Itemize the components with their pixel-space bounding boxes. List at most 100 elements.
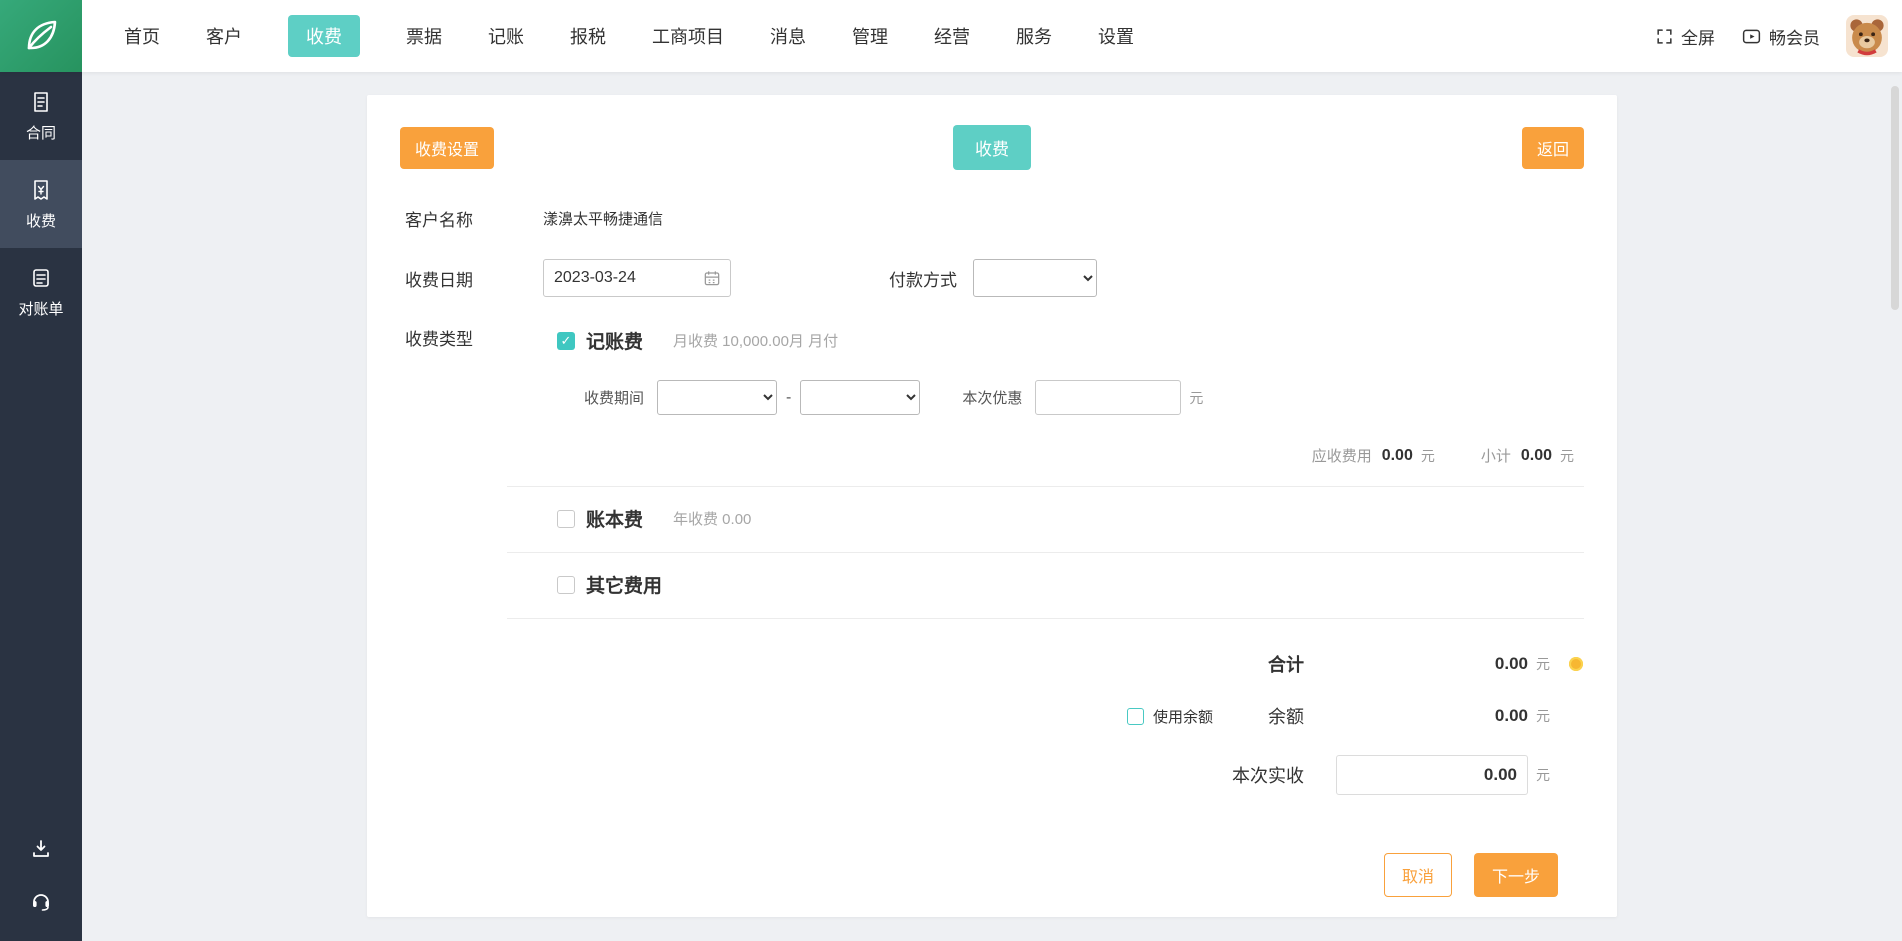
card-toolbar: 收费设置 收费 返回 [400,125,1584,170]
ledger-fee-name: 账本费 [586,510,644,531]
form-actions: 取消 下一步 [543,853,1584,897]
member-button[interactable]: 畅会员 [1741,24,1820,49]
app-logo[interactable] [0,0,82,72]
contract-icon [34,91,48,112]
use-balance-label[interactable]: 使用余额 [1153,706,1213,727]
nav-item-settings[interactable]: 设置 [1098,23,1134,49]
receipt-icon [34,179,48,200]
charge-period-label: 收费期间 [584,390,645,407]
nav-item-charges[interactable]: 收费 [288,15,360,57]
sidebar-item-contract[interactable]: 合同 [0,72,82,160]
receivable-value: 0.00 [1381,446,1413,464]
bookkeeping-fee-checkbox[interactable]: ✓ [557,331,575,350]
member-label: 畅会员 [1769,28,1820,48]
charge-form-card: 收费设置 收费 返回 客户名称 漾濞太平畅捷通信 收费日期 2023-03-24… [367,95,1617,917]
app-root: 首页 客户 收费 票据 记账 报税 工商项目 消息 管理 经营 服务 设置 全屏 [0,0,1902,941]
date-row: 收费日期 付款方式 [400,259,1584,297]
sidebar-item-label: 合同 [25,124,56,142]
charge-type-row: 收费类型 ✓ 记账费 月收费 10,000.00月 月付 收费期间 - 本次优惠… [400,325,1584,897]
nav-item-messages[interactable]: 消息 [770,23,806,49]
avatar-image [1850,19,1884,56]
actual-input-wrap [1336,755,1528,795]
next-button[interactable]: 下一步 [1473,853,1558,897]
main-nav: 首页 客户 收费 票据 记账 报税 工商项目 消息 管理 经营 服务 设置 [124,15,1134,57]
charge-type-label: 收费类型 [405,330,473,349]
back-button[interactable]: 返回 [1521,126,1584,169]
headset-icon [33,894,49,911]
period-end-select[interactable] [800,380,921,415]
use-balance-checkbox[interactable] [1126,707,1144,725]
nav-item-services[interactable]: 服务 [1016,23,1052,49]
avatar[interactable] [1846,15,1888,57]
subtotal-unit: 元 [1560,447,1574,464]
nav-item-operations[interactable]: 经营 [934,23,970,49]
sidebar-item-label: 对账单 [18,300,64,318]
balance-label: 余额 [1268,707,1304,727]
navbar-tools: 全屏 畅会员 [1655,15,1888,57]
left-sidebar: 合同 收费 对账单 [0,72,82,941]
balance-unit: 元 [1536,708,1550,724]
discount-label: 本次优惠 [962,390,1023,407]
discount-unit: 元 [1189,389,1204,406]
receivable-unit: 元 [1420,447,1435,464]
scrollbar-thumb[interactable] [1891,86,1899,310]
statement-icon [33,268,49,287]
receivable-label: 应收费用 [1311,448,1372,465]
period-start-select[interactable] [657,380,778,415]
subtotal-value: 0.00 [1520,446,1552,464]
divider [507,552,1584,553]
other-fee-checkbox[interactable] [557,575,575,594]
discount-input[interactable] [1035,380,1182,415]
divider [507,618,1584,619]
actual-row: 本次实收 元 [543,755,1584,795]
calendar-icon[interactable] [702,268,722,288]
nav-item-home[interactable]: 首页 [124,23,160,49]
other-fee-name: 其它费用 [586,576,663,597]
charge-type-section: ✓ 记账费 月收费 10,000.00月 月付 收费期间 - 本次优惠 元 应收… [507,325,1584,897]
sidebar-item-statement[interactable]: 对账单 [0,248,82,336]
download-button[interactable] [0,823,82,875]
nav-item-invoices[interactable]: 票据 [406,23,442,49]
hint-icon[interactable] [1569,657,1583,671]
bookkeeping-fee-desc: 月收费 10,000.00月 月付 [673,333,839,350]
bookkeeping-fee-row: ✓ 记账费 月收费 10,000.00月 月付 [543,327,1584,354]
sidebar-item-charge[interactable]: 收费 [0,160,82,248]
charge-period-row: 收费期间 - 本次优惠 元 [543,380,1584,415]
bookkeeping-fee-name: 记账费 [586,332,644,353]
total-label: 合计 [1268,655,1304,675]
total-value: 0.00 [1494,654,1528,673]
fullscreen-icon [1657,28,1672,44]
nav-item-business-projects[interactable]: 工商项目 [652,23,724,49]
charge-title-button[interactable]: 收费 [953,125,1031,170]
ledger-fee-desc: 年收费 0.00 [673,511,752,528]
other-fee-row: 其它费用 [543,571,1584,598]
payment-method-label: 付款方式 [889,270,957,290]
total-unit: 元 [1536,656,1550,672]
download-icon [33,840,49,857]
support-button[interactable] [0,875,82,927]
period-range-separator: - [786,388,792,406]
payment-method-select[interactable] [973,259,1097,297]
nav-item-management[interactable]: 管理 [852,23,888,49]
nav-item-customers[interactable]: 客户 [206,23,242,49]
actual-amount-input[interactable] [1336,755,1528,795]
nav-item-tax[interactable]: 报税 [570,23,606,49]
customer-row: 客户名称 漾濞太平畅捷通信 [400,206,1584,231]
balance-row: 使用余额 余额 0.00 元 [543,703,1584,729]
customer-label: 客户名称 [405,211,473,230]
fullscreen-button[interactable]: 全屏 [1655,24,1715,49]
charge-form: 客户名称 漾濞太平畅捷通信 收费日期 付款方式 [400,206,1584,897]
ledger-fee-checkbox[interactable] [557,509,575,528]
fullscreen-label: 全屏 [1681,28,1715,48]
receivable-row: 应收费用 0.00 元 小计 0.00 元 [543,445,1584,466]
cancel-button[interactable]: 取消 [1383,853,1452,897]
customer-name: 漾濞太平畅捷通信 [543,211,664,228]
charge-settings-button[interactable]: 收费设置 [400,126,495,169]
nav-item-bookkeeping[interactable]: 记账 [488,23,524,49]
actual-amount-label: 本次实收 [1232,766,1304,786]
sidebar-item-label: 收费 [25,212,56,230]
actual-unit: 元 [1536,767,1550,783]
ledger-fee-row: 账本费 年收费 0.00 [543,505,1584,532]
summary-section: 合计 0.00 元 使用余额 余额 0.00 元 本次实收 0.00 元 [543,651,1584,795]
